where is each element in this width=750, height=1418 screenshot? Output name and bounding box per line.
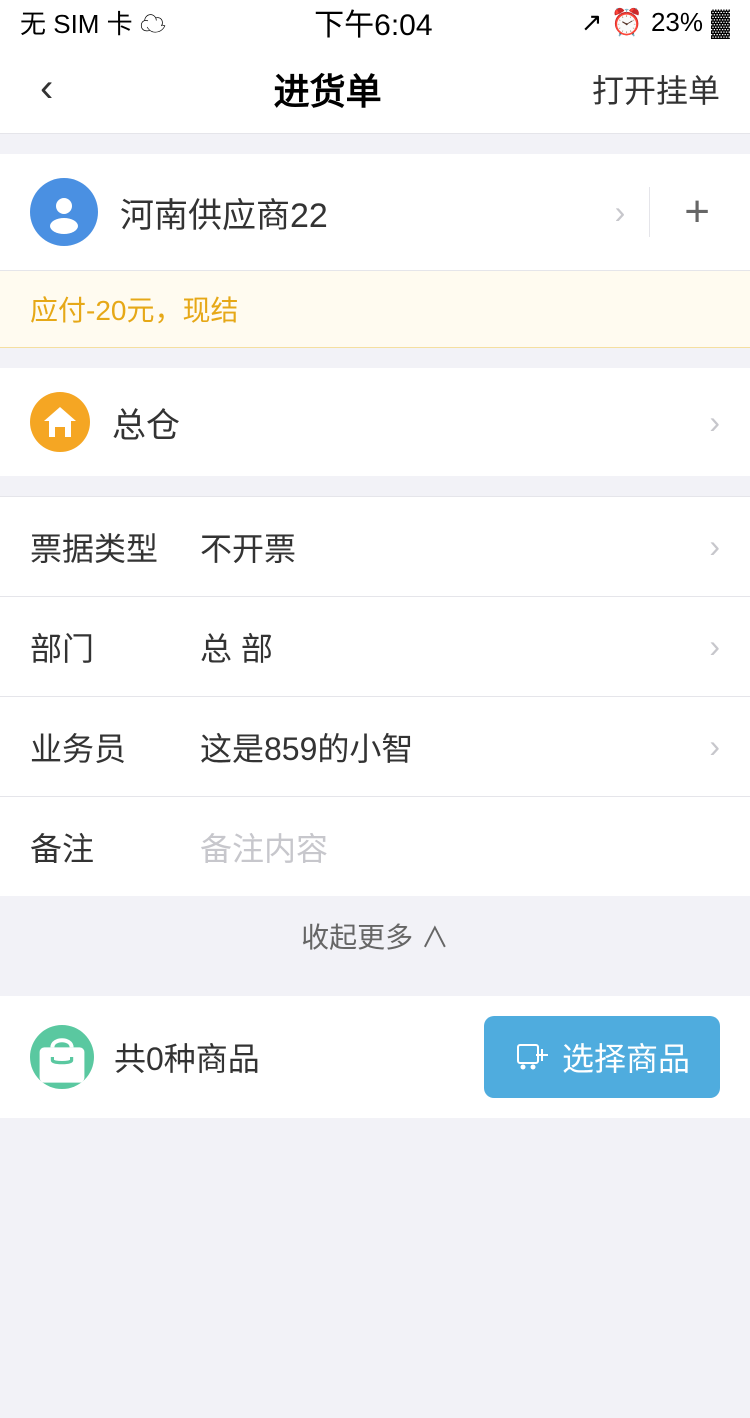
supplier-section: 河南供应商22 › + 应付-20元，现结 — [0, 154, 750, 348]
salesperson-value: 这是859的小智 — [170, 724, 699, 770]
salesperson-chevron: › — [709, 728, 720, 765]
remark-row[interactable]: 备注 备注内容 — [0, 796, 750, 896]
notice-bar: 应付-20元，现结 — [0, 271, 750, 348]
nav-bar: ‹ 进货单 打开挂单 — [0, 44, 750, 134]
status-left: 无 SIM 卡 ☁ — [20, 4, 166, 41]
gap-3 — [0, 476, 750, 496]
back-button[interactable]: ‹ — [30, 56, 63, 121]
product-bar: 共0种商品 选择商品 — [0, 996, 750, 1118]
alarm-icon: ⏰ — [611, 7, 643, 38]
notice-text: 应付-20元，现结 — [30, 295, 238, 326]
invoice-type-value: 不开票 — [170, 524, 699, 570]
main-background — [0, 1118, 750, 1418]
department-value: 总 部 — [170, 624, 699, 670]
invoice-type-chevron: › — [709, 528, 720, 565]
bag-icon — [30, 1025, 94, 1089]
gap-4 — [0, 976, 750, 996]
warehouse-name: 总仓 — [112, 398, 699, 447]
battery-icon: ▓ — [711, 7, 730, 38]
supplier-name: 河南供应商22 — [120, 188, 605, 237]
warehouse-icon — [30, 392, 90, 452]
salesperson-row[interactable]: 业务员 这是859的小智 › — [0, 696, 750, 796]
product-count: 共0种商品 — [114, 1034, 464, 1080]
warehouse-chevron: › — [709, 404, 720, 441]
select-product-button[interactable]: 选择商品 — [484, 1016, 720, 1098]
select-btn-label: 选择商品 — [562, 1034, 690, 1080]
supplier-chevron: › — [615, 194, 626, 231]
warehouse-row[interactable]: 总仓 › — [0, 368, 750, 476]
add-supplier-button[interactable]: + — [674, 187, 720, 237]
form-section: 票据类型 不开票 › 部门 总 部 › 业务员 这是859的小智 › 备注 备注… — [0, 496, 750, 896]
department-row[interactable]: 部门 总 部 › — [0, 596, 750, 696]
person-icon — [42, 190, 86, 234]
department-chevron: › — [709, 628, 720, 665]
page-title: 进货单 — [274, 63, 382, 115]
cart-icon — [514, 1039, 550, 1075]
location-icon: ↗ — [581, 7, 603, 38]
gap-2 — [0, 348, 750, 368]
remark-label: 备注 — [30, 824, 170, 870]
department-label: 部门 — [30, 624, 170, 670]
collapse-bar[interactable]: 收起更多 ∧ — [0, 896, 750, 976]
open-pending-button[interactable]: 打开挂单 — [592, 66, 720, 112]
invoice-type-row[interactable]: 票据类型 不开票 › — [0, 496, 750, 596]
salesperson-label: 业务员 — [30, 724, 170, 770]
supplier-avatar — [30, 178, 98, 246]
product-icon — [30, 1025, 94, 1089]
remark-value: 备注内容 — [170, 824, 720, 870]
status-bar: 无 SIM 卡 ☁ 下午6:04 ↗ ⏰ 23% ▓ — [0, 0, 750, 44]
gap-1 — [0, 134, 750, 154]
invoice-type-label: 票据类型 — [30, 524, 170, 570]
warehouse-section: 总仓 › — [0, 368, 750, 476]
status-right: ↗ ⏰ 23% ▓ — [581, 7, 730, 38]
divider — [649, 187, 650, 237]
collapse-text: 收起更多 ∧ — [301, 916, 449, 956]
status-time: 下午6:04 — [314, 0, 432, 44]
battery-text: 23% — [651, 7, 703, 38]
supplier-row[interactable]: 河南供应商22 › + — [0, 154, 750, 271]
house-icon — [41, 403, 79, 441]
signal-text: 无 SIM 卡 ☁ — [20, 4, 166, 41]
